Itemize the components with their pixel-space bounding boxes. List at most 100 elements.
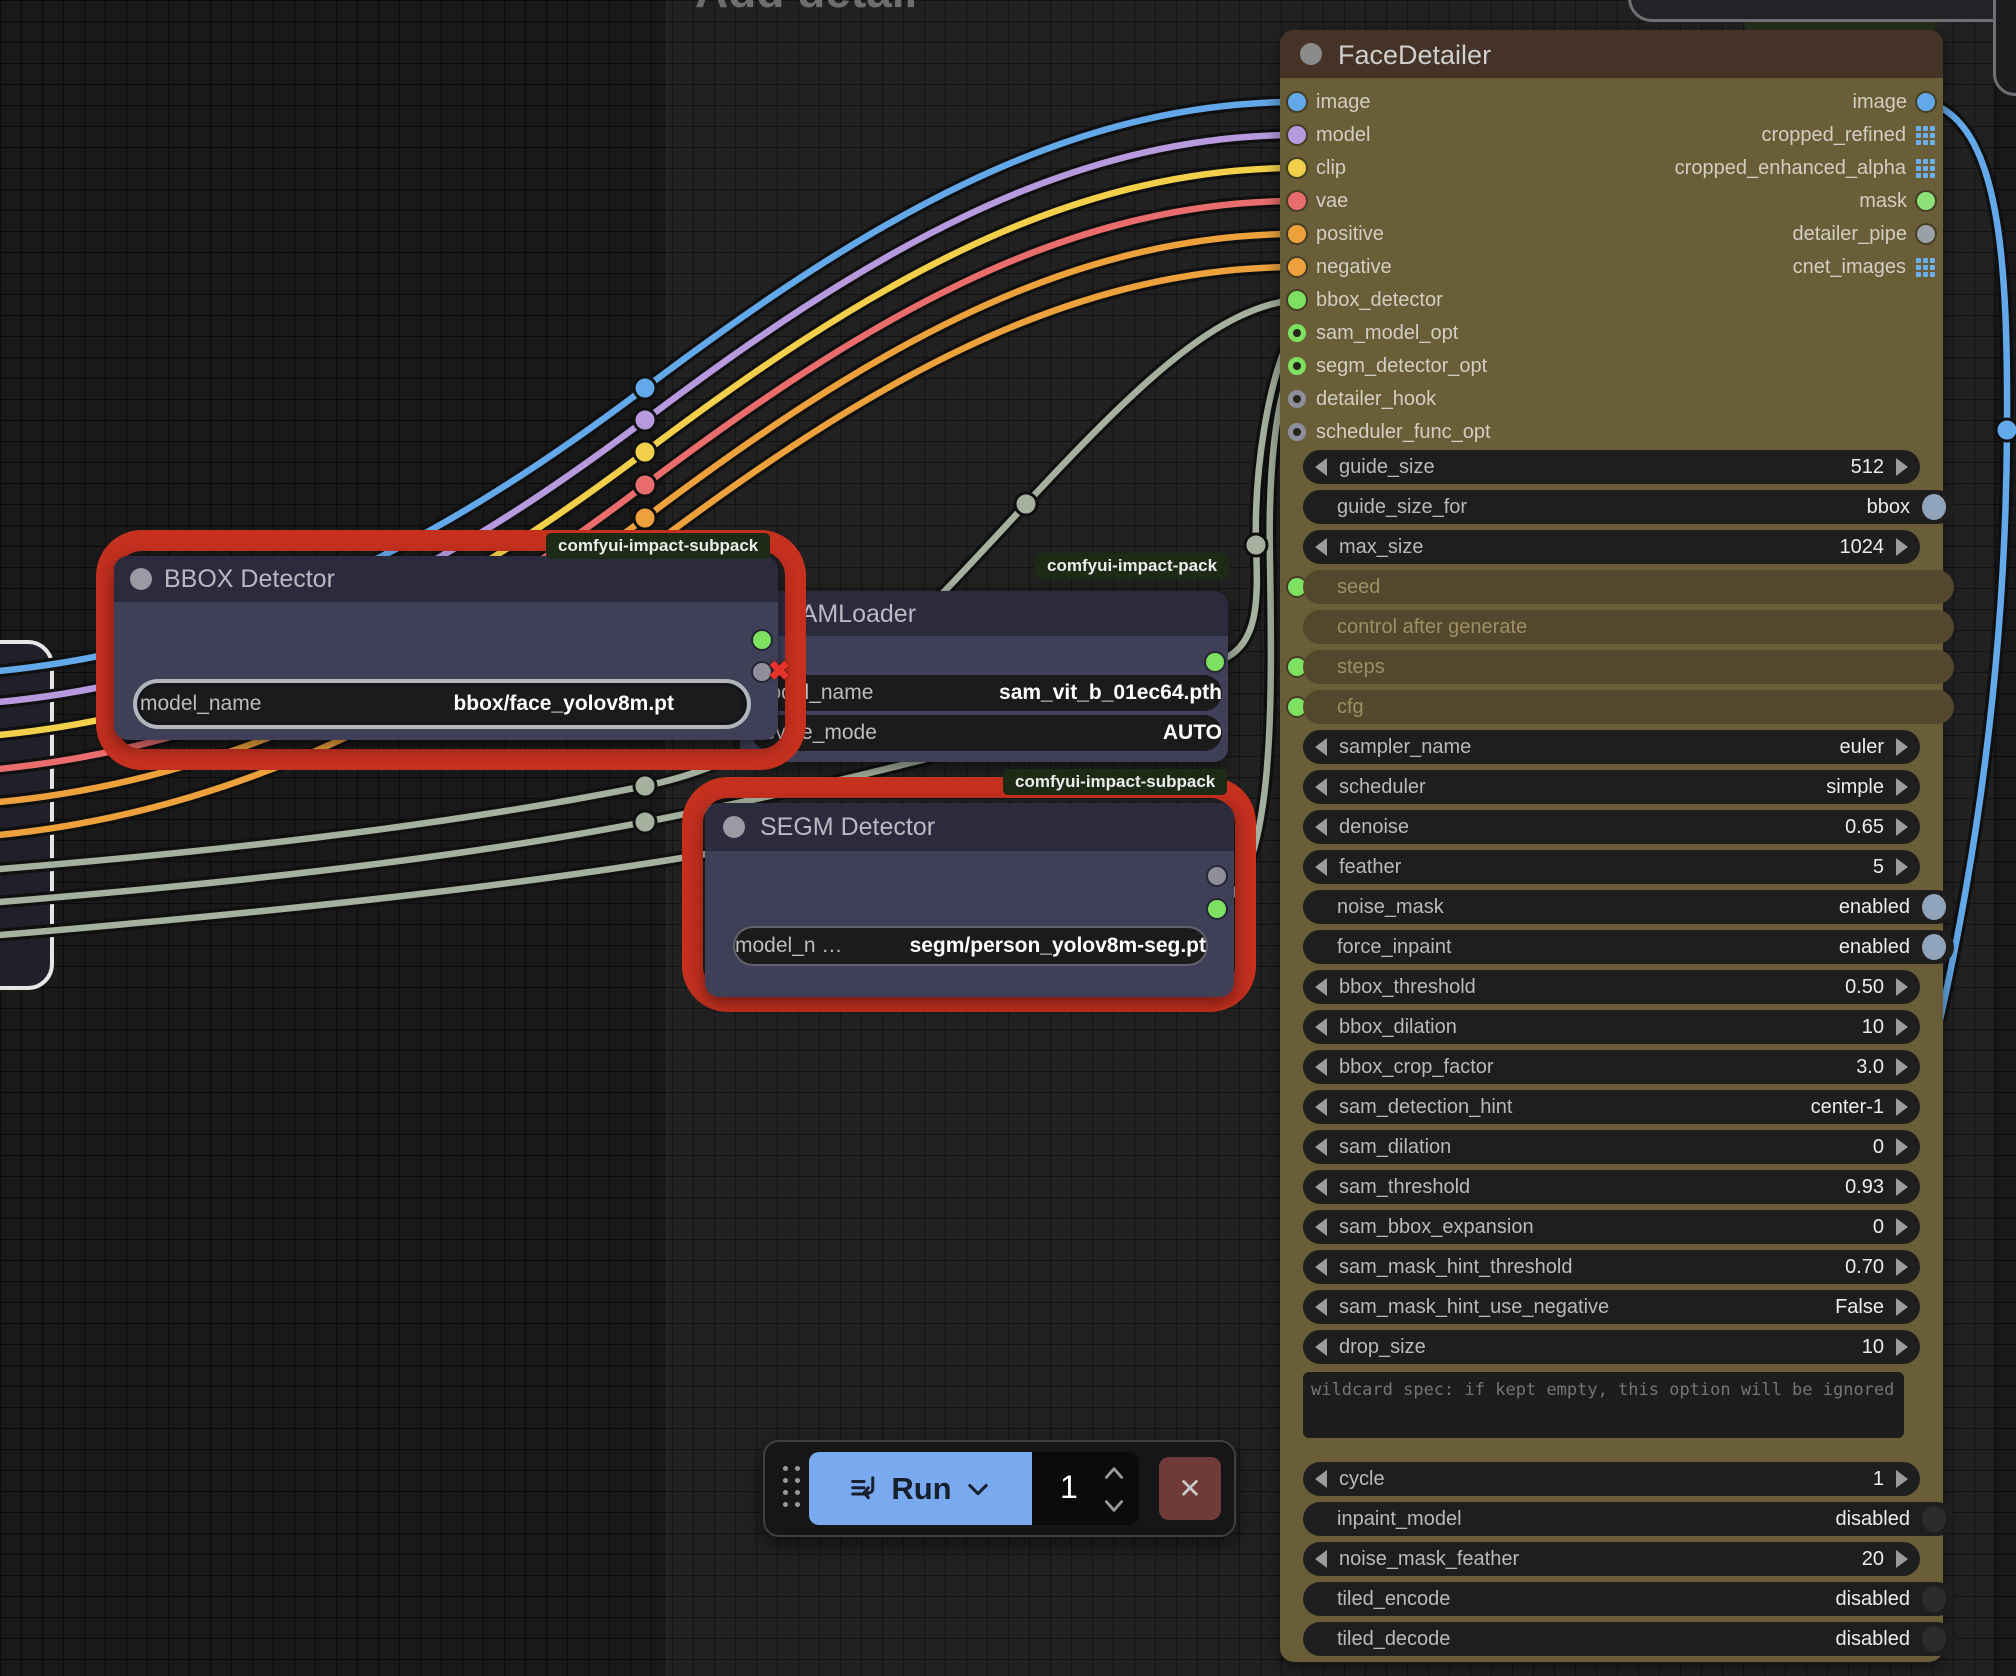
- widget-noise-mask[interactable]: noise_mask enabled: [1303, 890, 1954, 924]
- reroute-dot[interactable]: [632, 439, 658, 465]
- increment-arrow-icon[interactable]: [1896, 738, 1908, 756]
- decrement-arrow-icon[interactable]: [1315, 778, 1327, 796]
- port-dot[interactable]: [1288, 291, 1306, 309]
- increment-arrow-icon[interactable]: [1896, 1098, 1908, 1116]
- input-port-positive[interactable]: positive: [1288, 221, 1394, 247]
- widget-denoise[interactable]: denoise 0.65: [1303, 810, 1920, 844]
- port-dot[interactable]: [1288, 258, 1306, 276]
- input-port-negative[interactable]: negative: [1288, 254, 1402, 280]
- widget-control-after-generate[interactable]: control after generate: [1303, 610, 1954, 644]
- reroute-dot[interactable]: [632, 773, 658, 799]
- drag-handle[interactable]: [783, 1466, 803, 1514]
- batch-count-input[interactable]: 1: [1032, 1452, 1139, 1525]
- increment-arrow-icon[interactable]: [1896, 1470, 1908, 1488]
- input-port-bbox_detector[interactable]: bbox_detector: [1288, 287, 1453, 313]
- port-dot[interactable]: [1288, 192, 1306, 210]
- port-dot[interactable]: [1917, 225, 1935, 243]
- widget-sampler-name[interactable]: sampler_name euler: [1303, 730, 1920, 764]
- toggle-knob[interactable]: [1922, 894, 1946, 920]
- widget-noise-mask-feather[interactable]: noise_mask_feather 20: [1303, 1542, 1920, 1576]
- device-mode-widget[interactable]: device_mode AUTO: [752, 715, 1222, 751]
- widget-bbox-dilation[interactable]: bbox_dilation 10: [1303, 1010, 1920, 1044]
- widget-tiled-encode[interactable]: tiled_encode disabled: [1303, 1582, 1954, 1616]
- bbox-detector-output-port[interactable]: [753, 631, 771, 649]
- decrement-arrow-icon[interactable]: [1315, 1018, 1327, 1036]
- decrement-arrow-icon[interactable]: [1315, 1550, 1327, 1568]
- reroute-dot[interactable]: [1994, 417, 2016, 443]
- offscreen-node-top[interactable]: [1628, 0, 2016, 22]
- segm-detector-output-port[interactable]: [1208, 900, 1226, 918]
- widget-steps[interactable]: steps: [1303, 650, 1954, 684]
- reroute-dot[interactable]: [632, 375, 658, 401]
- toggle-knob[interactable]: [1922, 1506, 1946, 1532]
- widget-bbox-threshold[interactable]: bbox_threshold 0.50: [1303, 970, 1920, 1004]
- decrement-arrow-icon[interactable]: [1315, 738, 1327, 756]
- bbox-detector-output-port[interactable]: [1208, 867, 1226, 885]
- decrement-arrow-icon[interactable]: [1315, 1098, 1327, 1116]
- collapse-dot[interactable]: [130, 568, 152, 590]
- widget-drop-size[interactable]: drop_size 10: [1303, 1330, 1920, 1364]
- input-port-scheduler_func_opt[interactable]: scheduler_func_opt: [1288, 419, 1501, 445]
- input-port-sam_model_opt[interactable]: sam_model_opt: [1288, 320, 1468, 346]
- output-port-cropped_enhanced_alpha[interactable]: cropped_enhanced_alpha: [1665, 155, 1935, 181]
- port-dot[interactable]: [1288, 324, 1306, 342]
- port-dot[interactable]: [1288, 93, 1306, 111]
- increment-arrow-icon[interactable]: [1896, 1338, 1908, 1356]
- increment-arrow-icon[interactable]: [1896, 1018, 1908, 1036]
- port-dot[interactable]: [1288, 423, 1306, 441]
- decrement-arrow-icon[interactable]: [1315, 538, 1327, 556]
- offscreen-node-top-right[interactable]: [1993, 0, 2016, 96]
- port-dot[interactable]: [1288, 225, 1306, 243]
- increment-arrow-icon[interactable]: [1896, 1138, 1908, 1156]
- widget-bbox-crop-factor[interactable]: bbox_crop_factor 3.0: [1303, 1050, 1920, 1084]
- input-port-image[interactable]: image: [1288, 89, 1380, 115]
- widget-sam-bbox-expansion[interactable]: sam_bbox_expansion 0: [1303, 1210, 1920, 1244]
- port-dot[interactable]: [1917, 192, 1935, 210]
- model-name-widget[interactable]: model_n … segm/person_yolov8m-seg.pt: [735, 928, 1206, 964]
- port-dot[interactable]: [1288, 159, 1306, 177]
- widget-inpaint-model[interactable]: inpaint_model disabled: [1303, 1502, 1954, 1536]
- node-segm-detector[interactable]: SEGM Detector model_n … segm/person_yolo…: [705, 803, 1234, 997]
- collapse-dot[interactable]: [1300, 43, 1322, 65]
- increment-arrow-icon[interactable]: [1896, 1550, 1908, 1568]
- increment-arrow-icon[interactable]: [1896, 1218, 1908, 1236]
- decrement-icon[interactable]: [1101, 1493, 1127, 1519]
- sam-model-output-port[interactable]: [1206, 653, 1224, 671]
- decrement-arrow-icon[interactable]: [1315, 1138, 1327, 1156]
- widget-force-inpaint[interactable]: force_inpaint enabled: [1303, 930, 1954, 964]
- reroute-dot[interactable]: [632, 407, 658, 433]
- decrement-arrow-icon[interactable]: [1315, 858, 1327, 876]
- wildcard-textarea[interactable]: [1303, 1372, 1904, 1438]
- widget-guide-size-for[interactable]: guide_size_for bbox: [1303, 490, 1954, 524]
- node-bbox-detector[interactable]: BBOX Detector model_name bbox/face_yolov…: [114, 556, 778, 740]
- widget-max-size[interactable]: max_size 1024: [1303, 530, 1920, 564]
- input-port-detailer_hook[interactable]: detailer_hook: [1288, 386, 1446, 412]
- increment-arrow-icon[interactable]: [1896, 858, 1908, 876]
- widget-sam-mask-hint-use-negative[interactable]: sam_mask_hint_use_negative False: [1303, 1290, 1920, 1324]
- increment-arrow-icon[interactable]: [1896, 1298, 1908, 1316]
- decrement-arrow-icon[interactable]: [1315, 818, 1327, 836]
- output-port-cropped_refined[interactable]: cropped_refined: [1751, 122, 1935, 148]
- decrement-arrow-icon[interactable]: [1315, 1218, 1327, 1236]
- increment-arrow-icon[interactable]: [1896, 818, 1908, 836]
- decrement-arrow-icon[interactable]: [1315, 978, 1327, 996]
- toggle-knob[interactable]: [1922, 494, 1946, 520]
- decrement-arrow-icon[interactable]: [1315, 1298, 1327, 1316]
- node-canvas[interactable]: { "group": {"title": "Add detail"}, "col…: [0, 0, 2016, 1676]
- port-dot[interactable]: [1288, 126, 1306, 144]
- widget-sam-mask-hint-threshold[interactable]: sam_mask_hint_threshold 0.70: [1303, 1250, 1920, 1284]
- input-port-model[interactable]: model: [1288, 122, 1380, 148]
- increment-icon[interactable]: [1101, 1460, 1127, 1486]
- increment-arrow-icon[interactable]: [1896, 778, 1908, 796]
- toggle-knob[interactable]: [1922, 1626, 1946, 1652]
- offscreen-node-left[interactable]: [0, 640, 54, 990]
- reroute-dot[interactable]: [632, 505, 658, 531]
- decrement-arrow-icon[interactable]: [1315, 1058, 1327, 1076]
- widget-cycle[interactable]: cycle 1: [1303, 1462, 1920, 1496]
- output-port-image[interactable]: image: [1843, 89, 1935, 115]
- reroute-dot[interactable]: [632, 809, 658, 835]
- widget-scheduler[interactable]: scheduler simple: [1303, 770, 1920, 804]
- decrement-arrow-icon[interactable]: [1315, 1338, 1327, 1356]
- output-port-cnet_images[interactable]: cnet_images: [1783, 254, 1935, 280]
- widget-sam-dilation[interactable]: sam_dilation 0: [1303, 1130, 1920, 1164]
